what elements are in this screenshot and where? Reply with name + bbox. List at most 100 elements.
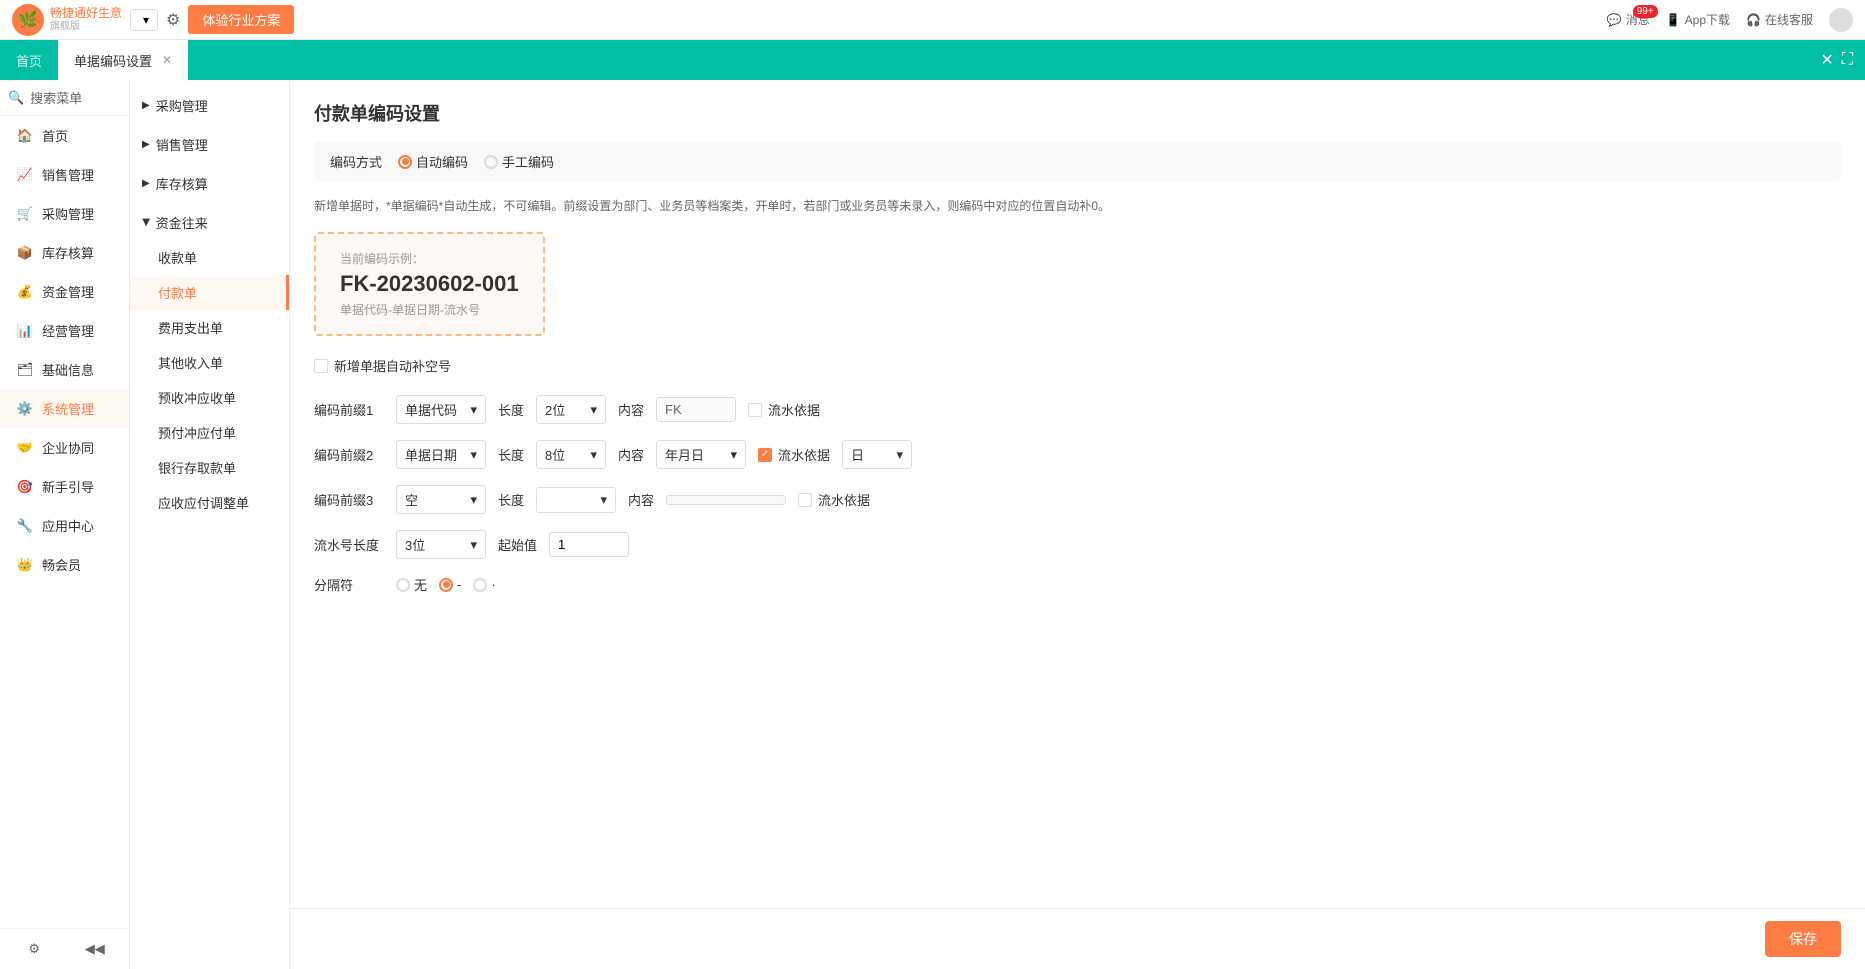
sub-sidebar-group-purchase-header[interactable]: ▶ 采购管理: [130, 88, 289, 123]
serial-length-label: 流水号长度: [314, 535, 384, 554]
prefix1-label: 编码前缀1: [314, 400, 384, 419]
prefix1-serial-checkbox[interactable]: [748, 403, 762, 417]
prefix3-label: 编码前缀3: [314, 490, 384, 509]
sidebar-item-guide[interactable]: 🎯 新手引导: [0, 467, 129, 506]
logo: 🌿 畅捷通好生意 旗舰版: [12, 4, 122, 36]
sidebar-item-inventory[interactable]: 📦 库存核算: [0, 233, 129, 272]
sidebar-item-enterprise[interactable]: 🤝 企业协同: [0, 428, 129, 467]
code-example-value: FK-20230602-001: [340, 271, 519, 297]
prefix3-length-select[interactable]: ▾: [536, 487, 616, 513]
prefix1-select[interactable]: 单据代码 ▾: [396, 395, 486, 424]
prefix3-select[interactable]: 空 ▾: [396, 485, 486, 514]
prefix1-serial-checkbox-row: 流水依据: [748, 400, 820, 419]
prefix2-cycle-select[interactable]: 日 ▾: [842, 440, 912, 469]
sidebar-item-purchase[interactable]: 🛒 采购管理: [0, 194, 129, 233]
tab-serial-setting[interactable]: 单据编码设置 ✕: [58, 40, 188, 80]
sub-sidebar: ▶ 采购管理 ▶ 销售管理 ▶ 库存核算 ▶ 资金往来 收款单 付款单 费用支出…: [130, 80, 290, 969]
auto-fill-checkbox[interactable]: [314, 359, 328, 373]
operation-icon: 📊: [16, 322, 34, 340]
chevron-right-icon: ▶: [142, 100, 150, 111]
serial-length-select[interactable]: 3位 ▾: [396, 530, 486, 559]
sub-sidebar-group-purchase: ▶ 采购管理: [130, 88, 289, 123]
tab-close-icon[interactable]: ✕: [162, 53, 172, 67]
enterprise-icon: 🤝: [16, 439, 34, 457]
sub-sidebar-group-sales-header[interactable]: ▶ 销售管理: [130, 127, 289, 162]
sub-sidebar-item-prepay-receivable[interactable]: 预收冲应收单: [130, 380, 289, 415]
app-download-button[interactable]: 📱 App下载: [1666, 11, 1730, 28]
separator-label: 分隔符: [314, 575, 384, 594]
sidebar-search[interactable]: 🔍 搜索菜单: [0, 80, 129, 116]
purchase-icon: 🛒: [16, 205, 34, 223]
sub-sidebar-item-payment[interactable]: 付款单: [130, 275, 289, 310]
code-example-desc: 单据代码-单据日期-流水号: [340, 301, 519, 318]
search-icon: 🔍: [8, 90, 24, 106]
sidebar-item-operation[interactable]: 📊 经营管理: [0, 311, 129, 350]
prefix3-serial-checkbox[interactable]: [798, 493, 812, 507]
prefix2-label: 编码前缀2: [314, 445, 384, 464]
sidebar-item-sales[interactable]: 📈 销售管理: [0, 155, 129, 194]
service-icon: 🎧: [1746, 13, 1761, 27]
top-bar-controls: ▾ ⚙ 体验行业方案: [130, 5, 294, 34]
prefix2-length-select[interactable]: 8位 ▾: [536, 440, 606, 469]
message-button[interactable]: 💬 消息 99+: [1607, 11, 1650, 28]
sub-sidebar-item-bank[interactable]: 银行存取款单: [130, 450, 289, 485]
sep-none-radio[interactable]: 无: [396, 575, 427, 594]
sub-sidebar-item-expense[interactable]: 费用支出单: [130, 310, 289, 345]
prefix3-serial-label: 流水依据: [818, 490, 870, 509]
prefix3-serial-checkbox-row: 流水依据: [798, 490, 870, 509]
auto-encode-radio[interactable]: 自动编码: [398, 152, 468, 171]
home-icon: 🏠: [16, 127, 34, 145]
chevron-down-icon: ▾: [590, 402, 597, 418]
prefix2-content-select[interactable]: 年月日 ▾: [656, 440, 746, 469]
sub-sidebar-item-prepay-payable[interactable]: 预付冲应付单: [130, 415, 289, 450]
settings-gear-icon[interactable]: ⚙: [166, 10, 180, 30]
message-icon: 💬: [1607, 13, 1622, 27]
sub-sidebar-group-finance: ▶ 资金往来 收款单 付款单 费用支出单 其他收入单 预收冲应收单 预付冲应付单…: [130, 205, 289, 520]
save-button[interactable]: 保存: [1765, 921, 1841, 957]
chevron-right-icon: ▶: [142, 139, 150, 150]
sep-dot-radio[interactable]: ·: [473, 577, 495, 592]
sidebar-item-home[interactable]: 🏠 首页: [0, 116, 129, 155]
chevron-down-icon: ▾: [470, 447, 477, 463]
sidebar-settings-button[interactable]: ⚙: [8, 937, 61, 961]
tab-expand-button[interactable]: ⛶: [1842, 51, 1853, 69]
sub-sidebar-item-income[interactable]: 其他收入单: [130, 345, 289, 380]
logo-icon: 🌿: [12, 4, 44, 36]
tab-bar: 首页 单据编码设置 ✕ ✕ ⛶: [0, 40, 1865, 80]
finance-icon: 💰: [16, 283, 34, 301]
prefix2-serial-checkbox-row: 流水依据: [758, 445, 830, 464]
chevron-down-icon: ▾: [590, 447, 597, 463]
start-value-input[interactable]: [549, 532, 629, 557]
company-dropdown[interactable]: ▾: [130, 9, 158, 31]
auto-encode-radio-icon: [398, 155, 412, 169]
sub-sidebar-group-inventory-header[interactable]: ▶ 库存核算: [130, 166, 289, 201]
serial-length-row: 流水号长度 3位 ▾ 起始值: [314, 530, 1841, 559]
prefix1-serial-label: 流水依据: [768, 400, 820, 419]
sub-sidebar-item-adjustment[interactable]: 应收应付调整单: [130, 485, 289, 520]
user-avatar[interactable]: [1829, 8, 1853, 32]
manual-encode-radio-icon: [484, 155, 498, 169]
online-service-button[interactable]: 🎧 在线客服: [1746, 11, 1813, 28]
prefix1-length-label: 长度: [498, 400, 524, 419]
sep-dot-radio-icon: [473, 578, 487, 592]
sidebar-item-system[interactable]: ⚙️ 系统管理: [0, 389, 129, 428]
tab-home[interactable]: 首页: [0, 40, 58, 80]
sidebar-item-basic[interactable]: 🗂 基础信息: [0, 350, 129, 389]
logo-text: 畅捷通好生意 旗舰版: [50, 6, 122, 32]
prefix2-select[interactable]: 单据日期 ▾: [396, 440, 486, 469]
manual-encode-radio[interactable]: 手工编码: [484, 152, 554, 171]
prefix2-serial-checkbox[interactable]: [758, 448, 772, 462]
tab-close-button[interactable]: ✕: [1820, 50, 1833, 70]
sub-sidebar-group-finance-header[interactable]: ▶ 资金往来: [130, 205, 289, 240]
industry-button[interactable]: 体验行业方案: [188, 5, 294, 34]
prefix1-length-select[interactable]: 2位 ▾: [536, 395, 606, 424]
sep-dash-radio[interactable]: -: [439, 577, 461, 592]
sidebar-item-appcenter[interactable]: 🔧 应用中心: [0, 506, 129, 545]
sidebar-item-finance[interactable]: 💰 资金管理: [0, 272, 129, 311]
sidebar-collapse-button[interactable]: ◀◀: [69, 937, 122, 961]
chevron-down-icon: ▶: [140, 219, 151, 227]
chevron-down-icon: ▾: [470, 537, 477, 553]
code-example-label: 当前编码示例：: [340, 250, 519, 267]
sidebar-item-member[interactable]: 👑 畅会员: [0, 545, 129, 584]
sub-sidebar-item-receipt[interactable]: 收款单: [130, 240, 289, 275]
